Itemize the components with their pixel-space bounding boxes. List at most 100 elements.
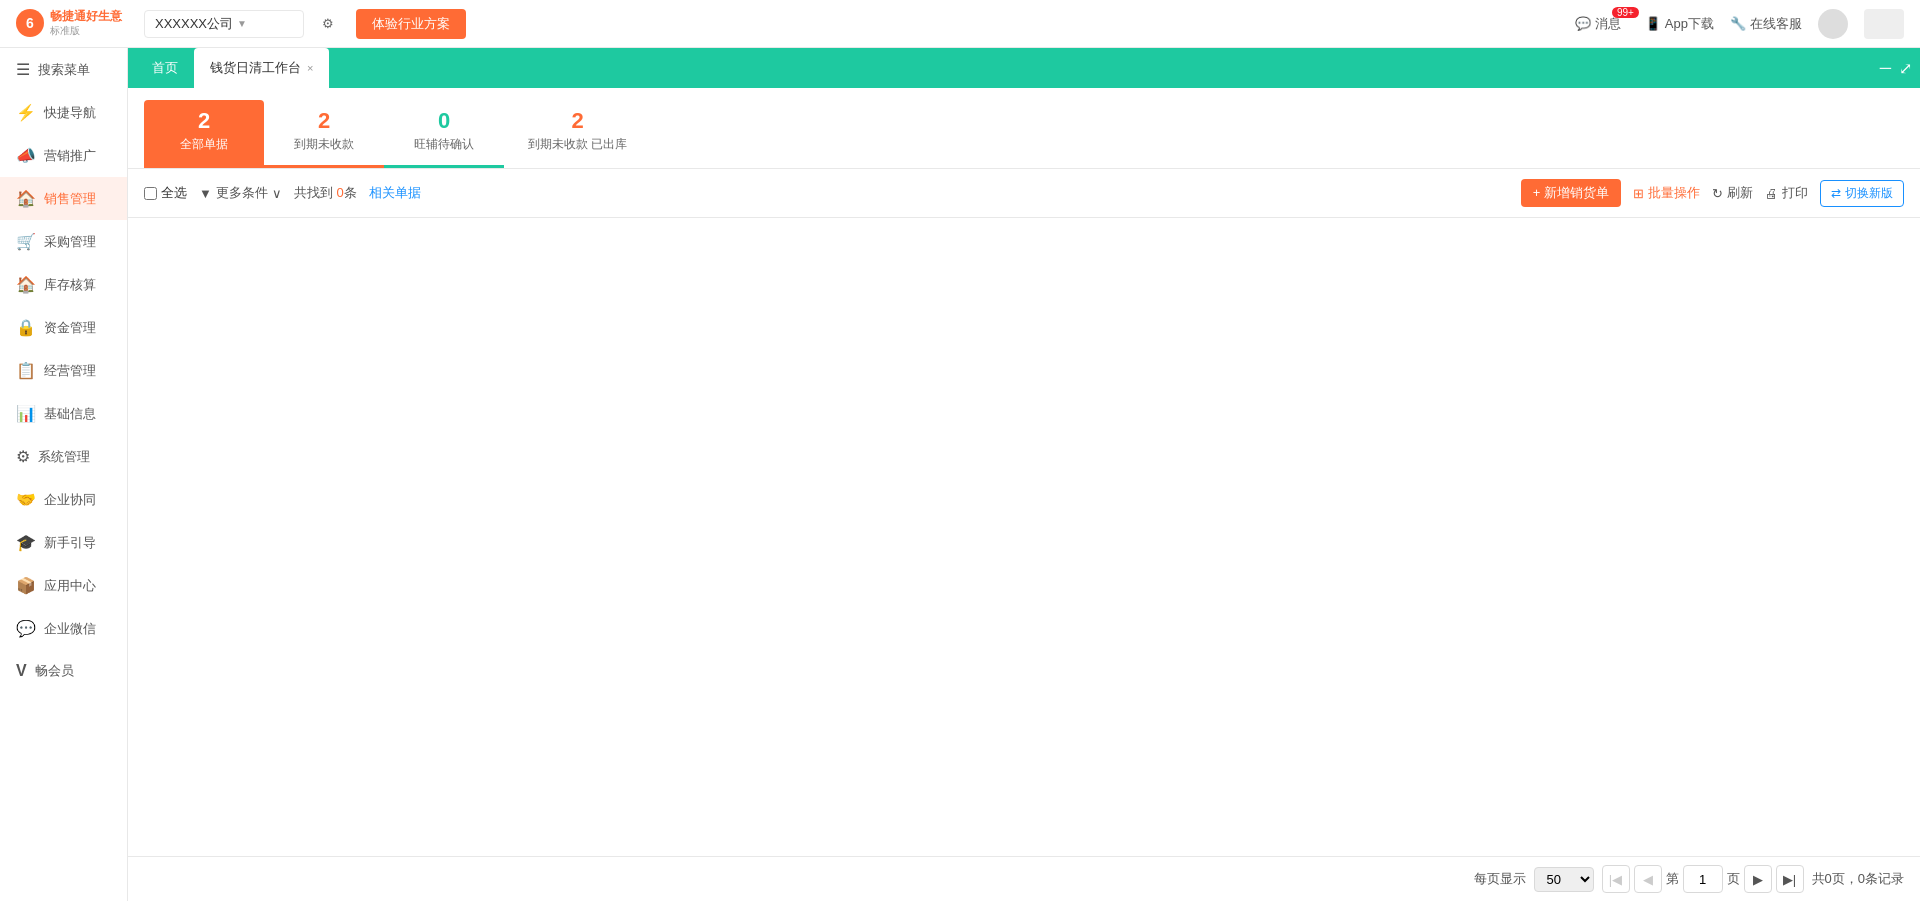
sidebar-label-search-menu: 搜索菜单 (38, 61, 90, 79)
page-prev-button[interactable]: ◀ (1634, 865, 1662, 893)
user-name-area[interactable] (1864, 9, 1904, 39)
sidebar-item-inventory[interactable]: 🏠 库存核算 (0, 263, 127, 306)
select-all-checkbox-label[interactable]: 全选 (144, 184, 187, 202)
sidebar: ☰ 搜索菜单 ⚡ 快捷导航 📣 营销推广 🏠 销售管理 🛒 采购管理 🏠 库存核… (0, 48, 128, 901)
sidebar-label-app-center: 应用中心 (44, 577, 96, 595)
sidebar-label-sales: 销售管理 (44, 190, 96, 208)
filter-chevron-icon: ∨ (272, 186, 282, 201)
chevron-down-icon: ▼ (237, 18, 247, 29)
stat-num-pending: 0 (408, 108, 480, 134)
app-download-button[interactable]: 📱 App下载 (1645, 15, 1714, 33)
sidebar-label-finance: 资金管理 (44, 319, 96, 337)
stat-label-pending: 旺辅待确认 (408, 136, 480, 153)
tab-maximize-icon[interactable]: ⤢ (1899, 59, 1912, 78)
print-label: 打印 (1782, 184, 1808, 202)
sidebar-item-search-menu[interactable]: ☰ 搜索菜单 (0, 48, 127, 91)
sidebar-item-app-center[interactable]: 📦 应用中心 (0, 564, 127, 607)
settings-button[interactable]: ⚙ (312, 8, 344, 40)
sidebar-label-operations: 经营管理 (44, 362, 96, 380)
stat-tab-out[interactable]: 2 到期未收款 已出库 (504, 100, 651, 168)
phone-icon: 📱 (1645, 16, 1661, 31)
page-next-button[interactable]: ▶ (1744, 865, 1772, 893)
sidebar-item-operations[interactable]: 📋 经营管理 (0, 349, 127, 392)
filter-button[interactable]: ▼ 更多条件 ∨ (199, 184, 282, 202)
tab-close-icon[interactable]: × (307, 62, 313, 74)
batch-button[interactable]: ⊞ 批量操作 (1633, 184, 1700, 202)
sidebar-item-quick-nav[interactable]: ⚡ 快捷导航 (0, 91, 127, 134)
guide-icon: 🎓 (16, 533, 36, 552)
sidebar-label-marketing: 营销推广 (44, 147, 96, 165)
page-label: 第 (1666, 870, 1679, 888)
new-sale-button[interactable]: + 新增销货单 (1521, 179, 1621, 207)
sidebar-item-enterprise[interactable]: 🤝 企业协同 (0, 478, 127, 521)
toolbar-left: 全选 ▼ 更多条件 ∨ 共找到 0条 相关单据 (144, 184, 1509, 202)
cart-icon: 🛒 (16, 232, 36, 251)
sidebar-label-quick-nav: 快捷导航 (44, 104, 96, 122)
related-link[interactable]: 相关单据 (369, 184, 421, 202)
toolbar: 全选 ▼ 更多条件 ∨ 共找到 0条 相关单据 + 新增销货单 ⊞ 批量操作 (128, 169, 1920, 218)
page-size-select[interactable]: 50 100 200 (1534, 867, 1594, 892)
app-center-icon: 📦 (16, 576, 36, 595)
stat-num-overdue: 2 (288, 108, 360, 134)
app-download-label: App下载 (1665, 15, 1714, 33)
gear-icon: ⚙ (322, 16, 334, 31)
stat-label-all: 全部单据 (168, 136, 240, 153)
sidebar-item-marketing[interactable]: 📣 营销推广 (0, 134, 127, 177)
message-button[interactable]: 💬 消息 99+ (1567, 15, 1629, 33)
sidebar-label-inventory: 库存核算 (44, 276, 96, 294)
stat-tab-overdue[interactable]: 2 到期未收款 (264, 100, 384, 168)
print-button[interactable]: 🖨 打印 (1765, 184, 1808, 202)
trial-button[interactable]: 体验行业方案 (356, 9, 466, 39)
finance-icon: 🔒 (16, 318, 36, 337)
tab-minimize-icon[interactable]: ─ (1880, 59, 1891, 78)
page-first-button[interactable]: |◀ (1602, 865, 1630, 893)
home-tab-label: 首页 (152, 59, 178, 77)
company-name: XXXXXX公司 (155, 15, 233, 33)
sidebar-item-guide[interactable]: 🎓 新手引导 (0, 521, 127, 564)
system-icon: ⚙ (16, 447, 30, 466)
select-all-checkbox[interactable] (144, 187, 157, 200)
wechat-icon: 💬 (16, 619, 36, 638)
tab-active[interactable]: 钱货日清工作台 × (194, 48, 329, 88)
stat-num-out: 2 (528, 108, 627, 134)
footer-pagination: 每页显示 50 100 200 |◀ ◀ 第 页 ▶ ▶| 共0页，0条记录 (128, 856, 1920, 901)
tab-home[interactable]: 首页 (136, 48, 194, 88)
megaphone-icon: 📣 (16, 146, 36, 165)
refresh-label: 刷新 (1727, 184, 1753, 202)
sidebar-label-enterprise: 企业协同 (44, 491, 96, 509)
header-right: 💬 消息 99+ 📱 App下载 🔧 在线客服 (1567, 9, 1904, 39)
main-wrapper: 首页 钱货日清工作台 × ─ ⤢ 2 全部单据 2 到期未收款 0 旺辅待确认 (128, 48, 1920, 901)
page-unit: 页 (1727, 870, 1740, 888)
page-input[interactable] (1683, 865, 1723, 893)
avatar[interactable] (1818, 9, 1848, 39)
sidebar-label-basic-info: 基础信息 (44, 405, 96, 423)
sidebar-item-sales[interactable]: 🏠 销售管理 (0, 177, 127, 220)
operations-icon: 📋 (16, 361, 36, 380)
stat-tab-all[interactable]: 2 全部单据 (144, 100, 264, 168)
found-unit: 条 (344, 185, 357, 200)
sidebar-item-basic-info[interactable]: 📊 基础信息 (0, 392, 127, 435)
page-last-button[interactable]: ▶| (1776, 865, 1804, 893)
online-service-label: 在线客服 (1750, 15, 1802, 33)
sidebar-item-finance[interactable]: 🔒 资金管理 (0, 306, 127, 349)
company-selector[interactable]: XXXXXX公司 ▼ (144, 10, 304, 38)
sidebar-item-system[interactable]: ⚙ 系统管理 (0, 435, 127, 478)
refresh-button[interactable]: ↻ 刷新 (1712, 184, 1753, 202)
message-badge: 99+ (1612, 7, 1639, 18)
page-size-label: 每页显示 (1474, 870, 1526, 888)
top-header: 6 畅捷通好生意 标准版 XXXXXX公司 ▼ ⚙ 体验行业方案 💬 消息 99… (0, 0, 1920, 48)
tab-actions: ─ ⤢ (1880, 59, 1912, 78)
stats-tabs: 2 全部单据 2 到期未收款 0 旺辅待确认 2 到期未收款 已出库 (128, 88, 1920, 169)
sidebar-label-vip: 畅会员 (35, 662, 74, 680)
sidebar-label-purchase: 采购管理 (44, 233, 96, 251)
message-icon: 💬 (1575, 16, 1591, 31)
stat-tab-pending[interactable]: 0 旺辅待确认 (384, 100, 504, 168)
online-service-button[interactable]: 🔧 在线客服 (1730, 15, 1802, 33)
filter-label: 更多条件 (216, 184, 268, 202)
switch-button[interactable]: ⇄ 切换新版 (1820, 180, 1904, 207)
sidebar-item-purchase[interactable]: 🛒 采购管理 (0, 220, 127, 263)
sidebar-item-wechat[interactable]: 💬 企业微信 (0, 607, 127, 650)
stat-label-out: 到期未收款 已出库 (528, 136, 627, 153)
info-icon: 📊 (16, 404, 36, 423)
sidebar-item-vip[interactable]: V 畅会员 (0, 650, 127, 692)
